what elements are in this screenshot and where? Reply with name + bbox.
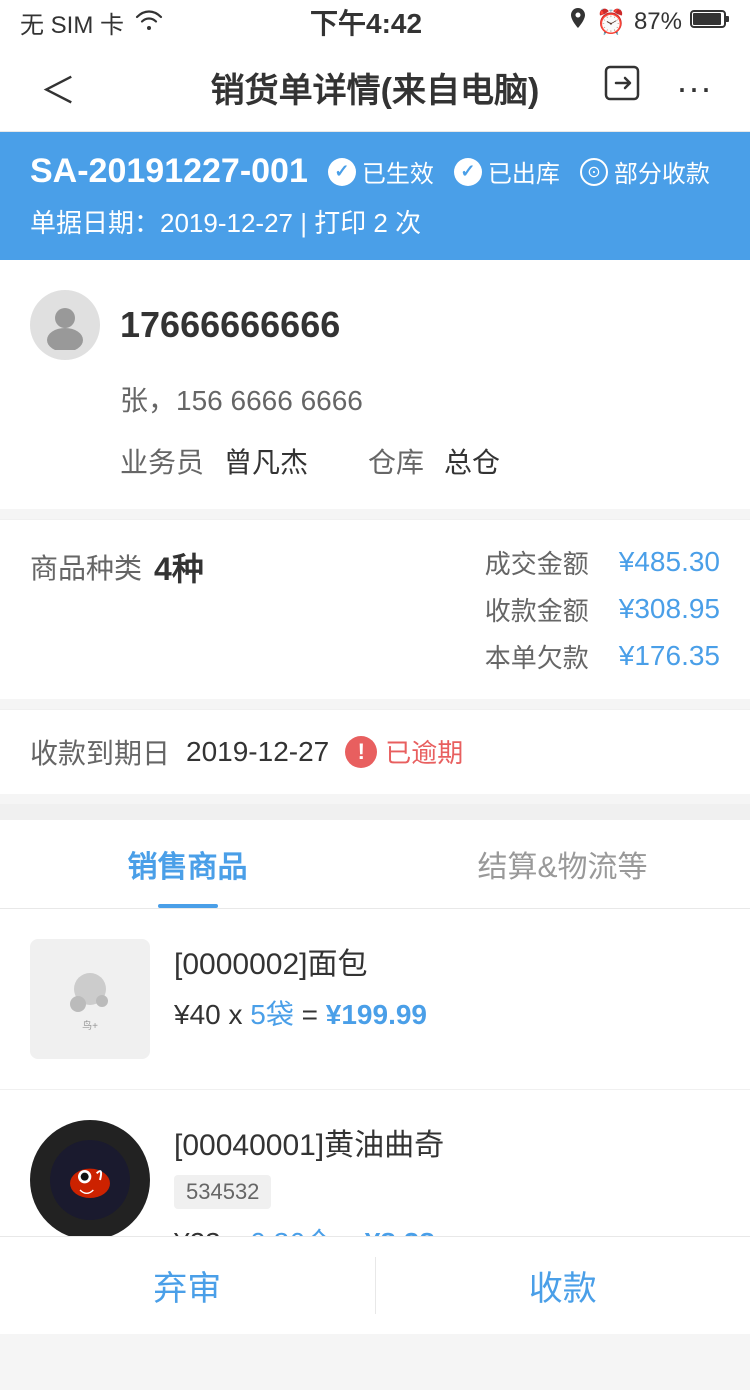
warehouse-label: 仓库 <box>368 438 424 488</box>
stats-right: 成交金额 ¥485.30 收款金额 ¥308.95 本单欠款 ¥176.35 <box>485 544 720 675</box>
amount-row: 成交金额 ¥485.30 <box>485 544 720 581</box>
current-time: 下午4:42 <box>310 2 422 42</box>
due-section: 收款到期日 2019-12-27 ! 已逾期 <box>0 710 750 794</box>
received-value: ¥308.95 <box>619 593 720 625</box>
amount-value: ¥485.30 <box>619 546 720 578</box>
more-icon[interactable]: ··· <box>668 59 720 117</box>
product-info-1: [0000002]面包 ¥40 x 5袋 = ¥199.99 <box>174 939 720 1033</box>
customer-details: 张，156 6666 6666 业务员 曾凡杰 仓库 总仓 <box>30 376 720 489</box>
type-label: 商品种类 <box>30 547 142 587</box>
order-id: SA-20191227-001 <box>30 152 308 191</box>
product-tag-2: 534532 <box>174 1175 271 1209</box>
product-item[interactable]: 鸟+ [0000002]面包 ¥40 x 5袋 = ¥199.99 <box>0 909 750 1090</box>
customer-name-phone: 张，156 6666 6666 <box>120 376 363 426</box>
tab-indicator <box>158 904 218 908</box>
order-meta: 单据日期：2019-12-27 | 打印 2 次 <box>30 203 720 240</box>
due-label: 收款到期日 <box>30 732 170 772</box>
status-partial: ⊙ 部分收款 <box>580 154 710 189</box>
amount-label: 成交金额 <box>485 544 589 581</box>
stats-section: 商品种类 4种 成交金额 ¥485.30 收款金额 ¥308.95 本单欠款 ¥… <box>0 520 750 699</box>
product-name-1: [0000002]面包 <box>174 939 720 983</box>
received-label: 收款金额 <box>485 591 589 628</box>
agent-value: 曾凡杰 <box>224 438 308 488</box>
battery-icon <box>690 8 730 37</box>
avatar <box>30 290 100 360</box>
nav-bar: ＜ 销货单详情(来自电脑) ··· <box>0 44 750 132</box>
order-banner: SA-20191227-001 ✓ 已生效 ✓ 已出库 ⊙ 部分收款 单据日期：… <box>0 132 750 260</box>
order-banner-top: SA-20191227-001 ✓ 已生效 ✓ 已出库 ⊙ 部分收款 <box>30 152 720 191</box>
page-title: 销货单详情(来自电脑) <box>211 63 540 112</box>
tab-settlement[interactable]: 结算&物流等 <box>375 820 750 908</box>
overdue-text: 已逾期 <box>385 733 463 770</box>
carrier-label: 无 SIM 卡 <box>20 5 124 40</box>
wifi-icon <box>134 8 164 37</box>
section-divider <box>0 804 750 820</box>
customer-phone-row: 张，156 6666 6666 <box>120 376 720 426</box>
status-effected: ✓ 已生效 <box>328 154 434 189</box>
owed-row: 本单欠款 ¥176.35 <box>485 638 720 675</box>
share-icon[interactable] <box>596 57 648 118</box>
product-name-2: [00040001]黄油曲奇 <box>174 1120 720 1164</box>
status-bar-right: ⏰ 87% <box>568 8 730 37</box>
nav-actions: ··· <box>596 57 720 118</box>
product-thumb-1: 鸟+ <box>30 939 150 1059</box>
clock-icon: ⊙ <box>580 158 608 186</box>
overdue-badge: ! 已逾期 <box>345 733 463 770</box>
received-row: 收款金额 ¥308.95 <box>485 591 720 628</box>
customer-id: 17666666666 <box>120 304 340 345</box>
stats-left: 商品种类 4种 <box>30 544 204 590</box>
type-count: 4种 <box>154 544 204 590</box>
status-bar: 无 SIM 卡 下午4:42 ⏰ 87% <box>0 0 750 44</box>
battery-label: 87% <box>634 8 682 36</box>
owed-label: 本单欠款 <box>485 638 589 675</box>
due-date: 2019-12-27 <box>186 736 329 768</box>
overdue-icon: ! <box>345 736 377 768</box>
cancel-button[interactable]: 弃审 <box>0 1237 375 1334</box>
svg-text:鸟+: 鸟+ <box>82 1019 98 1032</box>
check-icon-2: ✓ <box>454 158 482 186</box>
back-button[interactable]: ＜ <box>30 52 86 124</box>
customer-meta-row: 业务员 曾凡杰 仓库 总仓 <box>120 438 720 488</box>
confirm-button[interactable]: 收款 <box>376 1237 750 1334</box>
agent-label: 业务员 <box>120 438 204 488</box>
warehouse-value: 总仓 <box>444 438 500 488</box>
type-count-row: 商品种类 4种 <box>30 544 204 590</box>
status-shipped: ✓ 已出库 <box>454 154 560 189</box>
check-icon-1: ✓ <box>328 158 356 186</box>
product-price-1: ¥40 x 5袋 = ¥199.99 <box>174 993 720 1033</box>
customer-section: 17666666666 张，156 6666 6666 业务员 曾凡杰 仓库 总… <box>0 260 750 509</box>
location-icon <box>568 8 588 37</box>
bottom-bar: 弃审 收款 <box>0 1236 750 1334</box>
customer-row: 17666666666 <box>30 290 720 360</box>
tab-products[interactable]: 销售商品 <box>0 820 375 908</box>
tabs: 销售商品 结算&物流等 <box>0 820 750 909</box>
owed-value: ¥176.35 <box>619 640 720 672</box>
product-list: 鸟+ [0000002]面包 ¥40 x 5袋 = ¥199.99 [00040… <box>0 909 750 1292</box>
product-thumb-2 <box>30 1120 150 1240</box>
status-bar-left: 无 SIM 卡 <box>20 5 164 40</box>
alarm-icon: ⏰ <box>596 8 626 37</box>
